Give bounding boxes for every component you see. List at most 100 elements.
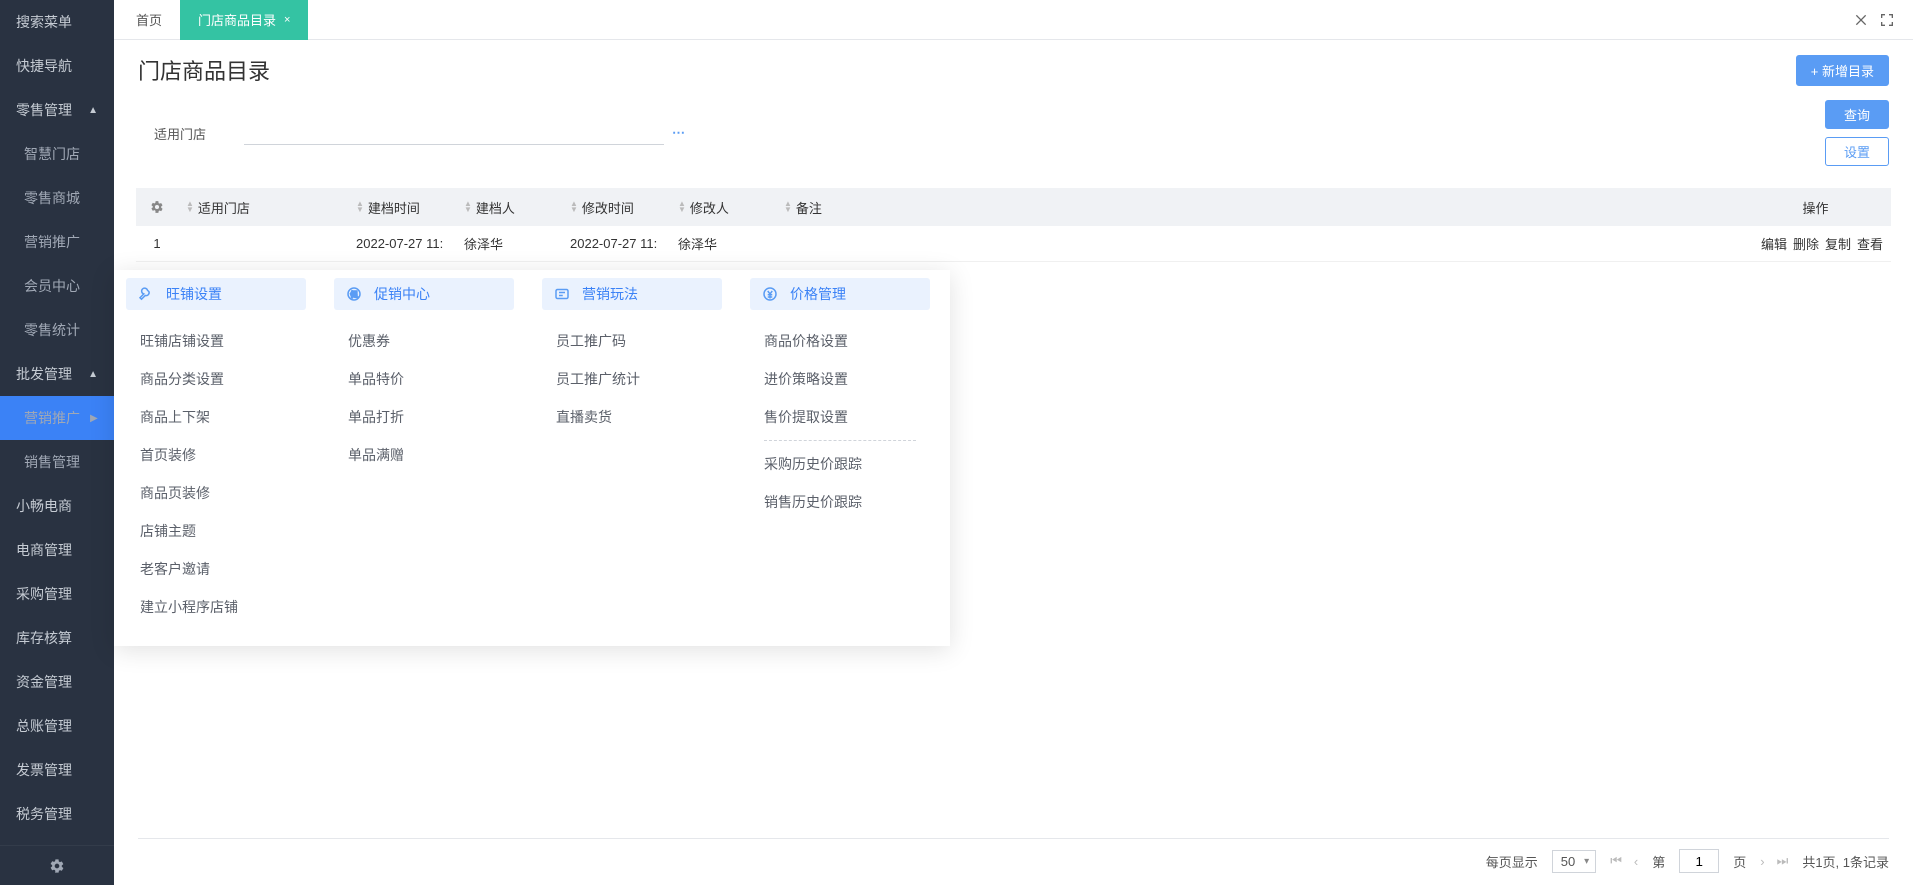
- sidebar-item-15[interactable]: 资金管理: [0, 660, 114, 704]
- th-create-time[interactable]: ▲▼建档时间: [348, 198, 456, 217]
- popout-header-shop: 旺铺设置: [126, 278, 306, 310]
- popout-item[interactable]: 商品分类设置: [126, 360, 306, 398]
- sidebar-item-16[interactable]: 总账管理: [0, 704, 114, 748]
- prev-page-icon[interactable]: ‹: [1634, 854, 1638, 869]
- popout-item[interactable]: 单品打折: [334, 398, 514, 436]
- sidebar-item-3[interactable]: 智慧门店: [0, 132, 114, 176]
- sidebar-item-0[interactable]: 搜索菜单: [0, 0, 114, 44]
- sidebar-item-2[interactable]: 零售管理▲: [0, 88, 114, 132]
- popout-header-text: 营销玩法: [582, 284, 638, 304]
- popout-item[interactable]: 商品价格设置: [750, 322, 930, 360]
- page-input[interactable]: [1679, 849, 1719, 873]
- tab-label: 门店商品目录: [198, 10, 276, 29]
- tabs-right: [1853, 12, 1913, 28]
- sidebar-item-label: 零售统计: [24, 320, 80, 340]
- popout-item[interactable]: 优惠券: [334, 322, 514, 360]
- sidebar-item-label: 零售商城: [24, 188, 80, 208]
- sidebar-item-10[interactable]: 销售管理: [0, 440, 114, 484]
- wrench-icon: [136, 284, 156, 304]
- pagination-summary: 共1页, 1条记录: [1802, 852, 1889, 871]
- popout-item[interactable]: 店铺主题: [126, 512, 306, 550]
- sidebar-item-label: 营销推广: [24, 232, 80, 252]
- sidebar-item-18[interactable]: 税务管理: [0, 792, 114, 836]
- table-row: 1 2022-07-27 11: 徐泽华 2022-07-27 11: 徐泽华 …: [136, 226, 1891, 262]
- sidebar-item-label: 电商管理: [16, 540, 72, 560]
- popout-header-text: 促销中心: [374, 284, 430, 304]
- tab-home[interactable]: 首页: [118, 0, 180, 40]
- th-modifier[interactable]: ▲▼修改人: [670, 198, 776, 217]
- popout-header-price: 价格管理: [750, 278, 930, 310]
- page-prefix: 第: [1652, 852, 1665, 871]
- sidebar-item-label: 批发管理: [16, 364, 72, 384]
- sidebar-item-label: 营销推广: [24, 408, 80, 428]
- sidebar-item-12[interactable]: 电商管理: [0, 528, 114, 572]
- sidebar-item-8[interactable]: 批发管理▲: [0, 352, 114, 396]
- sidebar-item-label: 零售管理: [16, 100, 72, 120]
- store-input[interactable]: [244, 121, 664, 145]
- popout-item[interactable]: 销售历史价跟踪: [750, 483, 930, 521]
- popout-item[interactable]: 售价提取设置: [750, 398, 930, 436]
- th-gear[interactable]: [136, 200, 178, 214]
- popout-item[interactable]: 老客户邀请: [126, 550, 306, 588]
- popout-item[interactable]: 商品上下架: [126, 398, 306, 436]
- action-delete[interactable]: 删除: [1793, 234, 1819, 253]
- th-modify-time[interactable]: ▲▼修改时间: [562, 198, 670, 217]
- price-icon: [760, 284, 780, 304]
- popout-menu: 旺铺设置 旺铺店铺设置商品分类设置商品上下架首页装修商品页装修店铺主题老客户邀请…: [114, 270, 950, 646]
- add-catalog-button[interactable]: + 新增目录: [1796, 55, 1889, 86]
- action-copy[interactable]: 复制: [1825, 234, 1851, 253]
- action-edit[interactable]: 编辑: [1761, 234, 1787, 253]
- action-view[interactable]: 查看: [1857, 234, 1883, 253]
- th-creator[interactable]: ▲▼建档人: [456, 198, 562, 217]
- pager-icons-next: › ⏭: [1760, 853, 1788, 869]
- sidebar-footer: [0, 845, 114, 885]
- more-icon[interactable]: ⋯: [672, 125, 685, 141]
- sidebar-item-6[interactable]: 会员中心: [0, 264, 114, 308]
- sidebar-item-17[interactable]: 发票管理: [0, 748, 114, 792]
- popout-item[interactable]: 单品满赠: [334, 436, 514, 474]
- last-page-icon[interactable]: ⏭: [1777, 853, 1789, 869]
- fullscreen-icon[interactable]: [1879, 12, 1895, 28]
- sidebar-item-14[interactable]: 库存核算: [0, 616, 114, 660]
- sidebar-item-label: 快捷导航: [16, 56, 72, 76]
- th-remark[interactable]: ▲▼备注: [776, 198, 1741, 217]
- sidebar-item-11[interactable]: 小畅电商: [0, 484, 114, 528]
- page-size-select[interactable]: 50 ▾: [1552, 850, 1596, 873]
- popout-item[interactable]: 建立小程序店铺: [126, 588, 306, 626]
- close-icon[interactable]: [1853, 12, 1869, 28]
- sidebar-item-label: 搜索菜单: [16, 12, 72, 32]
- sidebar-item-1[interactable]: 快捷导航: [0, 44, 114, 88]
- sidebar-item-label: 发票管理: [16, 760, 72, 780]
- popout-item[interactable]: 商品页装修: [126, 474, 306, 512]
- chevron-right-icon: ◀: [90, 413, 98, 424]
- tab-close-icon[interactable]: ×: [284, 14, 290, 26]
- popout-item[interactable]: 首页装修: [126, 436, 306, 474]
- settings-button[interactable]: 设置: [1825, 137, 1889, 166]
- sidebar-item-13[interactable]: 采购管理: [0, 572, 114, 616]
- popout-col-marketing: 营销玩法 员工推广码员工推广统计直播卖货: [542, 278, 722, 626]
- popout-item[interactable]: 采购历史价跟踪: [750, 445, 930, 483]
- popout-item[interactable]: 员工推广码: [542, 322, 722, 360]
- first-page-icon[interactable]: ⏮: [1610, 853, 1622, 869]
- page-suffix: 页: [1733, 852, 1746, 871]
- popout-item[interactable]: 进价策略设置: [750, 360, 930, 398]
- popout-col-promo: 促 促销中心 优惠券单品特价单品打折单品满赠: [334, 278, 514, 626]
- tab-active[interactable]: 门店商品目录 ×: [180, 0, 308, 40]
- popout-item[interactable]: 旺铺店铺设置: [126, 322, 306, 360]
- sidebar-item-4[interactable]: 零售商城: [0, 176, 114, 220]
- popout-item[interactable]: 直播卖货: [542, 398, 722, 436]
- sidebar-item-7[interactable]: 零售统计: [0, 308, 114, 352]
- popout-item[interactable]: 员工推广统计: [542, 360, 722, 398]
- popout-header-text: 价格管理: [790, 284, 846, 304]
- sidebar-item-9[interactable]: 营销推广 ◀: [0, 396, 114, 440]
- next-page-icon[interactable]: ›: [1760, 854, 1764, 869]
- sidebar-item-label: 税务管理: [16, 804, 72, 824]
- page-header: 门店商品目录 + 新增目录: [114, 40, 1913, 100]
- pager-icons: ⏮ ‹: [1610, 853, 1638, 869]
- popout-item[interactable]: 单品特价: [334, 360, 514, 398]
- th-store[interactable]: ▲▼适用门店: [178, 198, 348, 217]
- query-button[interactable]: 查询: [1825, 100, 1889, 129]
- td-modifier: 徐泽华: [670, 234, 776, 253]
- gear-icon[interactable]: [49, 858, 65, 874]
- sidebar-item-5[interactable]: 营销推广: [0, 220, 114, 264]
